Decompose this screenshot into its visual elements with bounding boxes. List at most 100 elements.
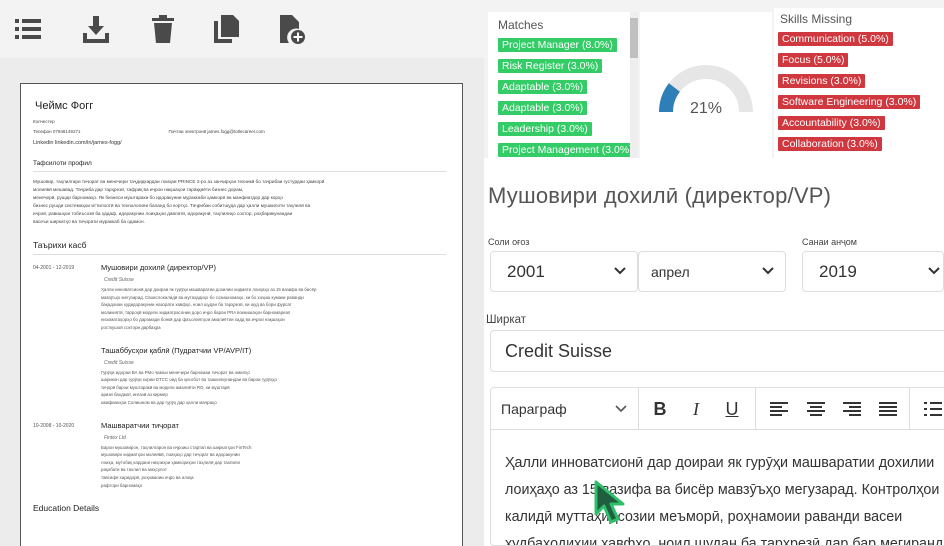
divider xyxy=(33,171,446,172)
skills-missing-heading: Skills Missing xyxy=(780,12,853,26)
list-icon[interactable] xyxy=(10,10,46,48)
missing-skill-tag[interactable]: Focus (5.0%) xyxy=(778,53,849,67)
paragraph-style-select[interactable]: Параграф xyxy=(491,388,639,430)
align-center-icon[interactable] xyxy=(798,388,834,430)
delete-icon[interactable] xyxy=(145,10,181,48)
profile-line: менеҷерӣ, рушди барномаҳо. Як бизнеси му… xyxy=(33,195,283,200)
resume-page: Чеймс Фогг Колчестер Телефон 07948149271… xyxy=(20,83,463,546)
scrollbar-thumb[interactable] xyxy=(630,18,638,58)
missing-skill-tag[interactable]: Collaboration (3.0%) xyxy=(778,137,882,151)
matches-list: Project Manager (8.0%) Risk Register (3.0… xyxy=(488,32,638,157)
job-body: Ташаббусҳои қаблӣ (Пудратчии VP/AVP/IT) C… xyxy=(101,346,446,407)
missing-skill-tag[interactable]: Communication (5.0%) xyxy=(778,32,893,46)
profile-text: Мушовир, таҳлилгари тиҷорат ва менеҷери … xyxy=(33,178,446,226)
match-tag[interactable]: Risk Register (3.0%) xyxy=(498,59,603,73)
job-description-line: аризӣ бахдмат, ингазӣ аз кирмер xyxy=(101,392,168,398)
missing-skill-tag[interactable]: Accountability (3.0%) xyxy=(778,116,885,130)
job-date: 10-2008 - 10-2020 xyxy=(33,422,75,429)
copy-icon[interactable] xyxy=(208,10,244,48)
editor-panel: Matches Project Manager (8.0%) Risk Regis… xyxy=(484,0,944,546)
italic-button[interactable]: I xyxy=(678,388,714,430)
editor-text-line: калидӣ муттаҳидсозии меъморӣ, роҳнамоии … xyxy=(505,509,903,525)
editor-content[interactable]: Ҳалли инноватсионӣ дар доираи як гурӯҳи … xyxy=(505,450,944,546)
description-editor: Параграф B I U Ҳалли инноватсионӣ дар до… xyxy=(490,387,944,546)
start-month-value: апрел xyxy=(651,263,690,280)
new-file-icon[interactable] xyxy=(273,10,309,48)
paragraph-style-value: Параграф xyxy=(501,401,567,417)
download-icon[interactable] xyxy=(78,10,114,48)
profile-line: молиявӣ мешавад. Таҷриба дар тарҳрезӣ, т… xyxy=(33,187,244,192)
bold-button[interactable]: B xyxy=(642,388,678,430)
job-description-line: тиҷорӣ барои муштаракӣ ва модели амалиёт… xyxy=(101,384,230,390)
job-description-line: шарикон дар гурӯҳи кории DTCC оид ба ҳис… xyxy=(101,377,277,383)
job-description-line: рафтори барномаҳо xyxy=(101,482,143,488)
resume-name: Чеймс Фогг xyxy=(35,100,94,112)
skills-missing-panel: Skills Missing Communication (5.0%) Focus… xyxy=(774,8,944,158)
missing-skill-tag[interactable]: Software Engineering (3.0%) xyxy=(778,95,921,109)
resume-linkedin[interactable]: Linkedin linkedin.com/in/james-fogg/ xyxy=(33,140,446,146)
app-root: Чеймс Фогг Колчестер Телефон 07948149271… xyxy=(0,0,944,546)
start-month-select[interactable]: апрел xyxy=(638,251,786,292)
job-description-line: мушовири хидматҳои молиявӣ, лоиҳаҳо дар … xyxy=(101,452,240,458)
end-year-select[interactable]: 2019 xyxy=(802,251,944,292)
align-justify-icon[interactable] xyxy=(870,388,906,430)
divider xyxy=(33,254,446,255)
matches-scrollbar[interactable] xyxy=(630,12,638,158)
editor-text-line: Ҳалли инноватсионӣ дар доираи як гурӯҳи … xyxy=(505,455,935,471)
start-date-label: Соли оғоз xyxy=(488,237,530,247)
match-tag[interactable]: Leadership (3.0%) xyxy=(498,122,592,136)
job-description-line: камфианҳои Солишном ва дар гурӯҳ дар ҳал… xyxy=(101,399,217,405)
job-description-line: лоиҳа, мутобиқ кардани ниҳоиҳои ҳамкориҳ… xyxy=(101,459,240,465)
profile-line: Мушовир, таҳлилгари тиҷорат ва менеҷери … xyxy=(33,179,325,184)
underline-button[interactable]: U xyxy=(714,388,750,430)
chevron-down-icon xyxy=(615,405,627,413)
toolbar-separator xyxy=(755,388,756,430)
job-entry: Ташаббусҳои қаблӣ (Пудратчии VP/AVP/IT) C… xyxy=(33,346,446,407)
job-description-line: мавзӯъҳо мегузарад. Своислокалидӣ ва мут… xyxy=(101,294,304,300)
job-description-line: моликиятӣ, тарроҳӣ модели хидматрасонии … xyxy=(101,309,290,315)
job-description-line: Ҳалли инноватсионӣ дар доираи як гурӯҳи … xyxy=(101,287,317,292)
job-body: Мушовири дохилӣ (директор/VP) Credit Suis… xyxy=(101,263,446,332)
job-title: Машваратчии тиҷорат xyxy=(101,420,179,430)
skills-missing-list: Communication (5.0%) Focus (5.0%) Revision… xyxy=(774,26,944,151)
resume-email: Почтаи электронӣ james.fogg@totlecareer.… xyxy=(168,129,265,134)
chevron-down-icon xyxy=(928,267,940,275)
chevron-down-icon xyxy=(614,267,626,275)
mouse-cursor-icon xyxy=(594,480,625,524)
match-tag[interactable]: Adaptable (3.0%) xyxy=(498,80,588,94)
editor-toolbar: Параграф B I U xyxy=(491,388,944,430)
editor-text-line: лоиҳаҳо аз 15 вазифа ва бисёр мавзӯъҳо м… xyxy=(505,482,940,498)
job-date: 04-2001 - 12-2019 xyxy=(33,265,75,271)
job-title-heading: Мушовири дохилӣ (директор/VP) xyxy=(488,183,832,208)
job-date xyxy=(33,346,101,407)
score-gauge: 21% xyxy=(640,12,772,158)
profile-line: бизнес рушди системаҳои иттилоотӣ ва тех… xyxy=(33,203,311,208)
missing-skill-tag[interactable]: Revisions (3.0%) xyxy=(778,74,866,88)
education-heading: Education Details xyxy=(33,503,100,514)
match-tag[interactable]: Project Manager (8.0%) xyxy=(498,38,617,52)
align-right-icon[interactable] xyxy=(834,388,870,430)
profile-line: васеъи ширкатҳо ва тиҷорати мураккаб ба … xyxy=(33,219,145,224)
match-tag[interactable]: Project Management (3.0%) xyxy=(498,143,637,157)
job-description-line: тавсифи харидорӣ, роҳнамоии иҷро ва алоқ… xyxy=(101,474,194,480)
job-description-line: рақобати ва тахлил ва маҳсулот xyxy=(101,467,167,473)
job-description-line: Барои мушовирон, таҳлилгарон ва иҷроиш с… xyxy=(101,444,252,450)
profile-line: ичроӣ, равишҳои тобеъсозӣ ба ҳадаф, идор… xyxy=(33,211,293,216)
align-left-icon[interactable] xyxy=(761,388,797,430)
editor-text-line: худбаҳодиҳии хавфҳо, ноил шудан ба тарҳр… xyxy=(505,536,944,546)
resume-city: Колчестер xyxy=(33,119,55,124)
start-year-select[interactable]: 2001 xyxy=(490,251,638,292)
company-input[interactable]: Credit Suisse xyxy=(490,330,944,372)
job-description-line: росткушоӣ сохтори дарбаҳра xyxy=(101,324,161,330)
job-title: Ташаббусҳои қаблӣ (Пудратчии VP/AVP/IT) xyxy=(101,345,252,355)
job-description-line: бақадоиаи худидоракунии назорати хавфҳо,… xyxy=(101,302,292,308)
match-tag[interactable]: Adaptable (3.0%) xyxy=(498,101,588,115)
job-company: Credit Suisse xyxy=(104,277,134,283)
job-company: Credit Suisse xyxy=(104,359,134,366)
bullet-list-icon[interactable] xyxy=(915,388,944,430)
jobs-list: 04-2001 - 12-2019 Мушовири дохилӣ (директ… xyxy=(33,263,446,489)
toolbar-separator xyxy=(909,388,910,430)
profile-heading: Тафсилоти профил xyxy=(33,160,92,167)
company-label: Ширкат xyxy=(486,314,527,326)
job-company: Fintex Ltd xyxy=(104,434,126,441)
